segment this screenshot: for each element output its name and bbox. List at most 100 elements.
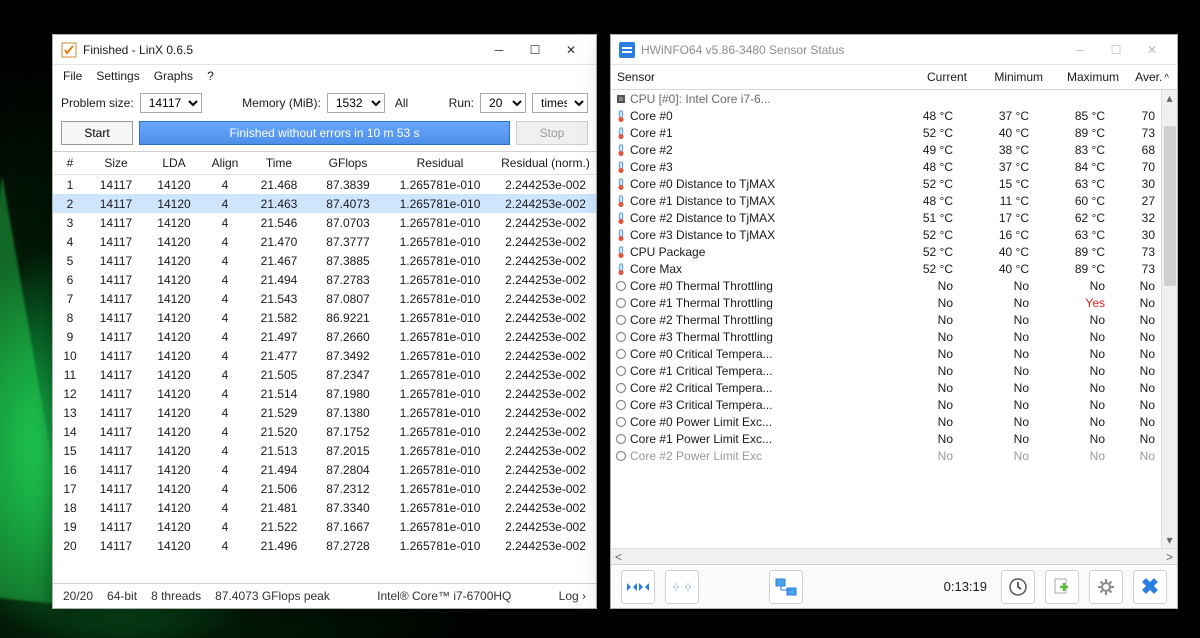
run-count-select[interactable]: 20 [480,93,526,113]
hwinfo-hscrollbar[interactable]: < > [611,548,1177,564]
memory-select[interactable]: 1532 [327,93,385,113]
sensor-row[interactable]: Core #1 Power Limit Exc...NoNoNoNo [611,430,1161,447]
footer-log-link[interactable]: Log › [559,589,586,603]
footer-peak: 87.4073 GFlops peak [215,589,330,603]
sensor-row[interactable]: Core #048 °C37 °C85 °C70 [611,107,1161,124]
col-minimum[interactable]: Minimum [967,70,1043,84]
hwinfo-close-button[interactable]: ✕ [1135,39,1169,61]
linx-result-row[interactable]: 51411714120421.46787.38851.265781e-0102.… [53,251,596,270]
linx-result-row[interactable]: 201411714120421.49687.27281.265781e-0102… [53,536,596,555]
linx-result-row[interactable]: 181411714120421.48187.33401.265781e-0102… [53,498,596,517]
linx-result-row[interactable]: 31411714120421.54687.07031.265781e-0102.… [53,213,596,232]
linx-toolbar: Problem size: 14117 Memory (MiB): 1532 A… [53,89,596,117]
menu-help[interactable]: ? [207,69,214,83]
linx-result-row[interactable]: 191411714120421.52287.16671.265781e-0102… [53,517,596,536]
hwinfo-column-header[interactable]: Sensor Current Minimum Maximum Aver.^ [611,65,1177,90]
hwinfo-sensor-list[interactable]: CPU [#0]: Intel Core i7-6...Core #048 °C… [611,90,1177,548]
linx-col-2[interactable]: LDA [145,152,203,175]
sensor-row[interactable]: Core #1 Thermal ThrottlingNoNoYesNo [611,294,1161,311]
hwinfo-minimize-button[interactable]: ─ [1063,39,1097,61]
sensor-row[interactable]: Core #348 °C37 °C84 °C70 [611,158,1161,175]
run-label: Run: [449,96,474,110]
linx-close-button[interactable]: ✕ [554,39,588,61]
linx-result-row[interactable]: 41411714120421.47087.37771.265781e-0102.… [53,232,596,251]
sensor-row[interactable]: Core #0 Thermal ThrottlingNoNoNoNo [611,277,1161,294]
sensor-row[interactable]: Core Max52 °C40 °C89 °C73 [611,260,1161,277]
scroll-left-icon[interactable]: < [615,550,622,564]
linx-result-row[interactable]: 111411714120421.50587.23471.265781e-0102… [53,365,596,384]
problem-size-select[interactable]: 14117 [140,93,202,113]
expand-button[interactable] [621,570,655,604]
close-toolbar-button[interactable]: ✖ [1133,570,1167,604]
linx-maximize-button[interactable]: ☐ [518,39,552,61]
linx-result-row[interactable]: 21411714120421.46387.40731.265781e-0102.… [53,194,596,213]
menu-settings[interactable]: Settings [96,69,139,83]
sensor-row[interactable]: Core #2 Critical Tempera...NoNoNoNo [611,379,1161,396]
linx-footer: 20/20 64-bit 8 threads 87.4073 GFlops pe… [53,583,596,608]
hwinfo-title: HWiNFO64 v5.86-3480 Sensor Status [641,43,1063,57]
linx-col-5[interactable]: GFlops [311,152,385,175]
footer-count: 20/20 [63,589,93,603]
scroll-right-icon[interactable]: > [1166,550,1173,564]
sensor-row[interactable]: Core #0 Critical Tempera...NoNoNoNo [611,345,1161,362]
linx-result-row[interactable]: 131411714120421.52987.13801.265781e-0102… [53,403,596,422]
sensor-row[interactable]: Core #2 Thermal ThrottlingNoNoNoNo [611,311,1161,328]
linx-result-row[interactable]: 61411714120421.49487.27831.265781e-0102.… [53,270,596,289]
sensor-row[interactable]: Core #2 Power Limit ExcNoNoNoNo [611,447,1161,464]
linx-result-row[interactable]: 71411714120421.54387.08071.265781e-0102.… [53,289,596,308]
hwinfo-titlebar[interactable]: HWiNFO64 v5.86-3480 Sensor Status ─ ☐ ✕ [611,35,1177,65]
linx-col-3[interactable]: Align [203,152,247,175]
col-maximum[interactable]: Maximum [1043,70,1119,84]
clock-button[interactable] [1001,570,1035,604]
settings-button[interactable] [1089,570,1123,604]
network-button[interactable] [769,570,803,604]
linx-col-7[interactable]: Residual (norm.) [495,152,596,175]
linx-result-row[interactable]: 81411714120421.58286.92211.265781e-0102.… [53,308,596,327]
linx-status-message: Finished without errors in 10 m 53 s [139,121,510,145]
scroll-thumb[interactable] [1164,126,1176,286]
memory-all-link[interactable]: All [395,96,408,110]
sensor-row[interactable]: Core #0 Distance to TjMAX52 °C15 °C63 °C… [611,175,1161,192]
linx-result-row[interactable]: 151411714120421.51387.20151.265781e-0102… [53,441,596,460]
hwinfo-timer: 0:13:19 [944,579,987,594]
sensor-row[interactable]: Core #152 °C40 °C89 °C73 [611,124,1161,141]
sensor-row[interactable]: Core #3 Thermal ThrottlingNoNoNoNo [611,328,1161,345]
save-button[interactable] [1045,570,1079,604]
hwinfo-vscrollbar[interactable]: ▴ ▾ [1161,90,1177,548]
sensor-row[interactable]: Core #2 Distance to TjMAX51 °C17 °C62 °C… [611,209,1161,226]
start-button[interactable]: Start [61,121,133,145]
scroll-down-icon[interactable]: ▾ [1162,532,1177,548]
linx-col-1[interactable]: Size [87,152,145,175]
sensor-row[interactable]: Core #0 Power Limit Exc...NoNoNoNo [611,413,1161,430]
col-current[interactable]: Current [891,70,967,84]
run-unit-select[interactable]: times [532,93,588,113]
linx-titlebar[interactable]: Finished - LinX 0.6.5 ─ ☐ ✕ [53,35,596,65]
linx-result-row[interactable]: 101411714120421.47787.34921.265781e-0102… [53,346,596,365]
col-average[interactable]: Aver.^ [1119,70,1169,84]
sensor-row[interactable]: Core #3 Distance to TjMAX52 °C16 °C63 °C… [611,226,1161,243]
linx-result-row[interactable]: 11411714120421.46887.38391.265781e-0102.… [53,175,596,195]
sensor-group-row[interactable]: CPU [#0]: Intel Core i7-6... [611,90,1161,107]
sensor-row[interactable]: Core #249 °C38 °C83 °C68 [611,141,1161,158]
linx-minimize-button[interactable]: ─ [482,39,516,61]
linx-result-row[interactable]: 141411714120421.52087.17521.265781e-0102… [53,422,596,441]
linx-result-row[interactable]: 161411714120421.49487.28041.265781e-0102… [53,460,596,479]
linx-result-row[interactable]: 91411714120421.49787.26601.265781e-0102.… [53,327,596,346]
menu-file[interactable]: File [63,69,82,83]
linx-col-0[interactable]: # [53,152,87,175]
linx-result-row[interactable]: 121411714120421.51487.19801.265781e-0102… [53,384,596,403]
col-sensor[interactable]: Sensor [617,70,891,84]
sensor-row[interactable]: Core #1 Distance to TjMAX48 °C11 °C60 °C… [611,192,1161,209]
stop-button[interactable]: Stop [516,121,588,145]
collapse-button[interactable] [665,570,699,604]
linx-col-4[interactable]: Time [247,152,311,175]
hwinfo-toolbar: 0:13:19 ✖ [611,564,1177,608]
sensor-row[interactable]: Core #1 Critical Tempera...NoNoNoNo [611,362,1161,379]
linx-result-row[interactable]: 171411714120421.50687.23121.265781e-0102… [53,479,596,498]
linx-col-6[interactable]: Residual [385,152,495,175]
sensor-row[interactable]: Core #3 Critical Tempera...NoNoNoNo [611,396,1161,413]
scroll-up-icon[interactable]: ▴ [1162,90,1177,106]
hwinfo-maximize-button[interactable]: ☐ [1099,39,1133,61]
sensor-row[interactable]: CPU Package52 °C40 °C89 °C73 [611,243,1161,260]
menu-graphs[interactable]: Graphs [154,69,193,83]
